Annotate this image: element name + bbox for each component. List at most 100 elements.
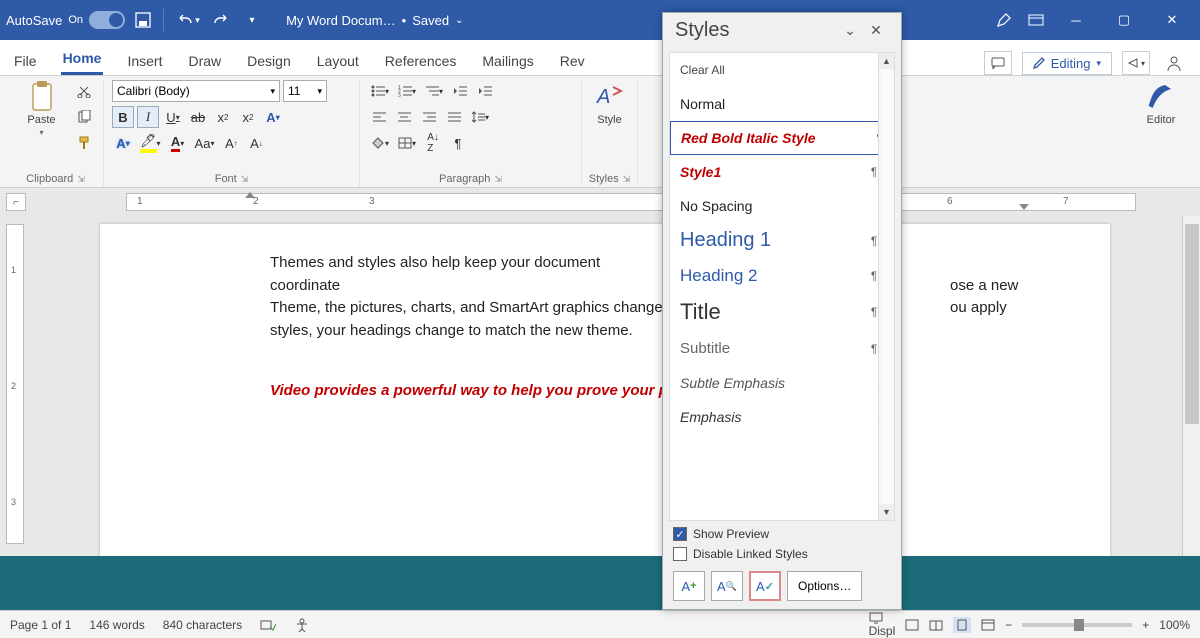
- bullets-button[interactable]: ▾: [368, 80, 392, 102]
- multilevel-list-button[interactable]: ▾: [422, 80, 446, 102]
- char-count[interactable]: 840 characters: [163, 618, 242, 632]
- font-name-combo[interactable]: Calibri (Body)▾: [112, 80, 280, 102]
- word-count[interactable]: 146 words: [89, 618, 144, 632]
- new-style-button[interactable]: A+: [673, 571, 705, 601]
- vertical-ruler[interactable]: 1 2 3: [6, 224, 24, 544]
- dialog-launcher-icon[interactable]: ⇲: [241, 174, 249, 185]
- zoom-slider-knob[interactable]: [1074, 619, 1084, 631]
- zoom-slider[interactable]: [1022, 623, 1132, 627]
- dialog-launcher-icon[interactable]: ⇲: [77, 174, 85, 185]
- dialog-launcher-icon[interactable]: ⇲: [494, 174, 502, 185]
- zoom-level[interactable]: 100%: [1159, 618, 1190, 632]
- save-icon[interactable]: [129, 6, 157, 34]
- align-left-button[interactable]: [368, 106, 390, 128]
- tab-mailings[interactable]: Mailings: [480, 47, 535, 75]
- minimize-button[interactable]: ─: [1054, 0, 1098, 40]
- document-title[interactable]: My Word Docum… • Saved ⌄: [286, 13, 463, 28]
- borders-button[interactable]: ▾: [395, 132, 419, 154]
- tab-insert[interactable]: Insert: [125, 47, 164, 75]
- page-number[interactable]: Page 1 of 1: [10, 618, 71, 632]
- tab-layout[interactable]: Layout: [315, 47, 361, 75]
- bold-button[interactable]: B: [112, 106, 134, 128]
- tab-selector[interactable]: ⌐: [6, 193, 26, 211]
- editor-button[interactable]: Editor: [1136, 80, 1186, 173]
- tab-references[interactable]: References: [383, 47, 459, 75]
- right-indent-marker-icon[interactable]: [1019, 204, 1029, 210]
- style-item-subtitle[interactable]: Subtitle¶a: [670, 332, 894, 366]
- sort-button[interactable]: A↓Z: [422, 132, 444, 154]
- web-layout-icon[interactable]: [981, 619, 995, 631]
- copy-button[interactable]: [73, 106, 95, 128]
- accessibility-icon[interactable]: [294, 618, 310, 632]
- chevron-down-icon[interactable]: ⌄: [455, 15, 463, 26]
- align-right-button[interactable]: [418, 106, 440, 128]
- cut-button[interactable]: [73, 80, 95, 102]
- grow-font-button[interactable]: A↑: [220, 132, 242, 154]
- toggle-switch-icon[interactable]: [89, 11, 125, 29]
- style-clear-all[interactable]: Clear All: [670, 53, 894, 87]
- style-inspector-button[interactable]: A🔍: [711, 571, 743, 601]
- zoom-out-button[interactable]: −: [1005, 618, 1012, 632]
- tab-file[interactable]: File: [12, 47, 39, 75]
- comments-button[interactable]: [984, 51, 1012, 75]
- highlight-button[interactable]: 🖊▾: [137, 132, 164, 154]
- qat-customize-icon[interactable]: ▾: [238, 6, 266, 34]
- scroll-down-icon[interactable]: ▼: [879, 504, 894, 520]
- redo-icon[interactable]: [206, 6, 234, 34]
- line-spacing-button[interactable]: ▾: [468, 106, 492, 128]
- zoom-in-button[interactable]: +: [1142, 618, 1149, 632]
- style-item-style1[interactable]: Style1¶a: [670, 155, 894, 189]
- numbering-button[interactable]: 123▾: [395, 80, 419, 102]
- style-item-emphasis[interactable]: Emphasisa: [670, 400, 894, 434]
- dialog-launcher-icon[interactable]: ⇲: [623, 174, 631, 185]
- indent-marker-icon[interactable]: [245, 192, 255, 198]
- pane-collapse-button[interactable]: ⌄: [837, 20, 863, 42]
- subscript-button[interactable]: x2: [212, 106, 234, 128]
- tab-home[interactable]: Home: [61, 44, 104, 75]
- tab-design[interactable]: Design: [245, 47, 293, 75]
- superscript-button[interactable]: x2: [237, 106, 259, 128]
- page[interactable]: Themes and styles also help keep your do…: [100, 224, 1110, 556]
- autosave-toggle[interactable]: AutoSave On: [6, 11, 125, 29]
- tab-draw[interactable]: Draw: [186, 47, 223, 75]
- share-button[interactable]: ▾: [1122, 51, 1150, 75]
- options-button[interactable]: Options…: [787, 571, 862, 601]
- list-scrollbar[interactable]: ▲ ▼: [878, 53, 894, 520]
- style-item-no-spacing[interactable]: No Spacing¶: [670, 189, 894, 223]
- pane-close-button[interactable]: ✕: [863, 20, 889, 42]
- styles-button[interactable]: A Style: [585, 80, 635, 169]
- print-layout-icon[interactable]: [953, 617, 971, 633]
- format-painter-button[interactable]: [73, 132, 95, 154]
- style-item-red-bold-italic-style[interactable]: Red Bold Italic Style¶: [670, 121, 894, 155]
- horizontal-ruler[interactable]: ⌐ 1 2 3 6 7: [0, 188, 1200, 216]
- spellcheck-icon[interactable]: [260, 618, 276, 632]
- focus-mode-icon[interactable]: [905, 619, 919, 631]
- disable-linked-checkbox[interactable]: Disable Linked Styles: [673, 547, 891, 561]
- maximize-button[interactable]: ▢: [1102, 0, 1146, 40]
- close-button[interactable]: ✕: [1150, 0, 1194, 40]
- ribbon-display-icon[interactable]: [1022, 6, 1050, 34]
- pen-icon[interactable]: [990, 6, 1018, 34]
- vertical-scrollbar[interactable]: [1182, 216, 1200, 556]
- font-color-button[interactable]: A▾: [167, 132, 189, 154]
- read-mode-icon[interactable]: [929, 619, 943, 631]
- strikethrough-button[interactable]: ab: [187, 106, 209, 128]
- decrease-indent-button[interactable]: [449, 80, 471, 102]
- account-icon[interactable]: [1160, 51, 1188, 75]
- italic-button[interactable]: I: [137, 106, 159, 128]
- justify-button[interactable]: [443, 106, 465, 128]
- align-center-button[interactable]: [393, 106, 415, 128]
- shrink-font-button[interactable]: A↓: [245, 132, 267, 154]
- font-size-combo[interactable]: 11▾: [283, 80, 327, 102]
- editing-mode-button[interactable]: Editing ▾: [1022, 52, 1112, 75]
- tab-review[interactable]: Rev: [558, 47, 587, 75]
- underline-button[interactable]: U▾: [162, 106, 184, 128]
- increase-indent-button[interactable]: [474, 80, 496, 102]
- change-case-button[interactable]: Aa▾: [192, 132, 218, 154]
- undo-icon[interactable]: ▾: [174, 6, 202, 34]
- text-glow-button[interactable]: A▾: [112, 132, 134, 154]
- style-item-heading-2[interactable]: Heading 2¶a: [670, 259, 894, 293]
- style-item-title[interactable]: Title¶a: [670, 293, 894, 332]
- shading-button[interactable]: ▾: [368, 132, 392, 154]
- style-item-normal[interactable]: Normal¶: [670, 87, 894, 121]
